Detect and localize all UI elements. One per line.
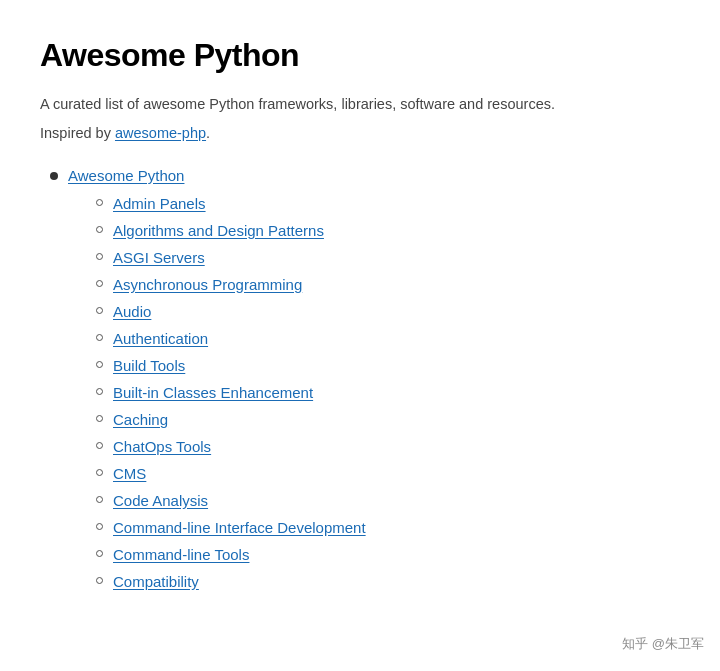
top-level-list-item: Awesome Python Admin Panels Algorithms an… — [50, 164, 680, 597]
list-item: Command-line Tools — [96, 543, 366, 567]
outer-list: Awesome Python Admin Panels Algorithms an… — [50, 164, 680, 597]
hollow-bullet-icon — [96, 442, 103, 449]
hollow-bullet-icon — [96, 361, 103, 368]
filled-bullet-icon — [50, 172, 58, 180]
hollow-bullet-icon — [96, 307, 103, 314]
sub-item-link-7[interactable]: Built-in Classes Enhancement — [113, 381, 313, 405]
list-item: CMS — [96, 462, 366, 486]
hollow-bullet-icon — [96, 334, 103, 341]
hollow-bullet-icon — [96, 253, 103, 260]
hollow-bullet-icon — [96, 469, 103, 476]
description-text: A curated list of awesome Python framewo… — [40, 93, 680, 116]
sub-item-link-8[interactable]: Caching — [113, 408, 168, 432]
sub-item-link-12[interactable]: Command-line Interface Development — [113, 516, 366, 540]
list-item: Built-in Classes Enhancement — [96, 381, 366, 405]
hollow-bullet-icon — [96, 496, 103, 503]
hollow-bullet-icon — [96, 577, 103, 584]
hollow-bullet-icon — [96, 280, 103, 287]
sub-item-link-4[interactable]: Audio — [113, 300, 151, 324]
awesome-php-link[interactable]: awesome-php — [115, 125, 206, 141]
hollow-bullet-icon — [96, 550, 103, 557]
sub-item-link-1[interactable]: Algorithms and Design Patterns — [113, 219, 324, 243]
sub-item-link-3[interactable]: Asynchronous Programming — [113, 273, 302, 297]
inspired-prefix: Inspired by — [40, 125, 115, 141]
sub-items-list: Admin Panels Algorithms and Design Patter… — [96, 192, 366, 594]
list-item: Authentication — [96, 327, 366, 351]
list-item: Code Analysis — [96, 489, 366, 513]
watermark-text: 知乎 @朱卫军 — [622, 634, 704, 655]
hollow-bullet-icon — [96, 199, 103, 206]
list-item: ASGI Servers — [96, 246, 366, 270]
sub-item-link-0[interactable]: Admin Panels — [113, 192, 206, 216]
list-item: Audio — [96, 300, 366, 324]
list-item: Compatibility — [96, 570, 366, 594]
hollow-bullet-icon — [96, 523, 103, 530]
awesome-python-link[interactable]: Awesome Python — [68, 167, 184, 184]
list-item: Algorithms and Design Patterns — [96, 219, 366, 243]
sub-item-link-13[interactable]: Command-line Tools — [113, 543, 249, 567]
hollow-bullet-icon — [96, 388, 103, 395]
sub-item-link-2[interactable]: ASGI Servers — [113, 246, 205, 270]
hollow-bullet-icon — [96, 415, 103, 422]
sub-item-link-14[interactable]: Compatibility — [113, 570, 199, 594]
sub-item-link-5[interactable]: Authentication — [113, 327, 208, 351]
inspired-period: . — [206, 125, 210, 141]
sub-item-link-6[interactable]: Build Tools — [113, 354, 185, 378]
list-item: Asynchronous Programming — [96, 273, 366, 297]
list-item: Command-line Interface Development — [96, 516, 366, 540]
sub-item-link-11[interactable]: Code Analysis — [113, 489, 208, 513]
inspired-line: Inspired by awesome-php. — [40, 122, 680, 145]
list-item: Caching — [96, 408, 366, 432]
hollow-bullet-icon — [96, 226, 103, 233]
sub-item-link-10[interactable]: CMS — [113, 462, 146, 486]
list-item: Admin Panels — [96, 192, 366, 216]
list-item: Build Tools — [96, 354, 366, 378]
sub-item-link-9[interactable]: ChatOps Tools — [113, 435, 211, 459]
list-item: ChatOps Tools — [96, 435, 366, 459]
page-title: Awesome Python — [40, 30, 680, 81]
